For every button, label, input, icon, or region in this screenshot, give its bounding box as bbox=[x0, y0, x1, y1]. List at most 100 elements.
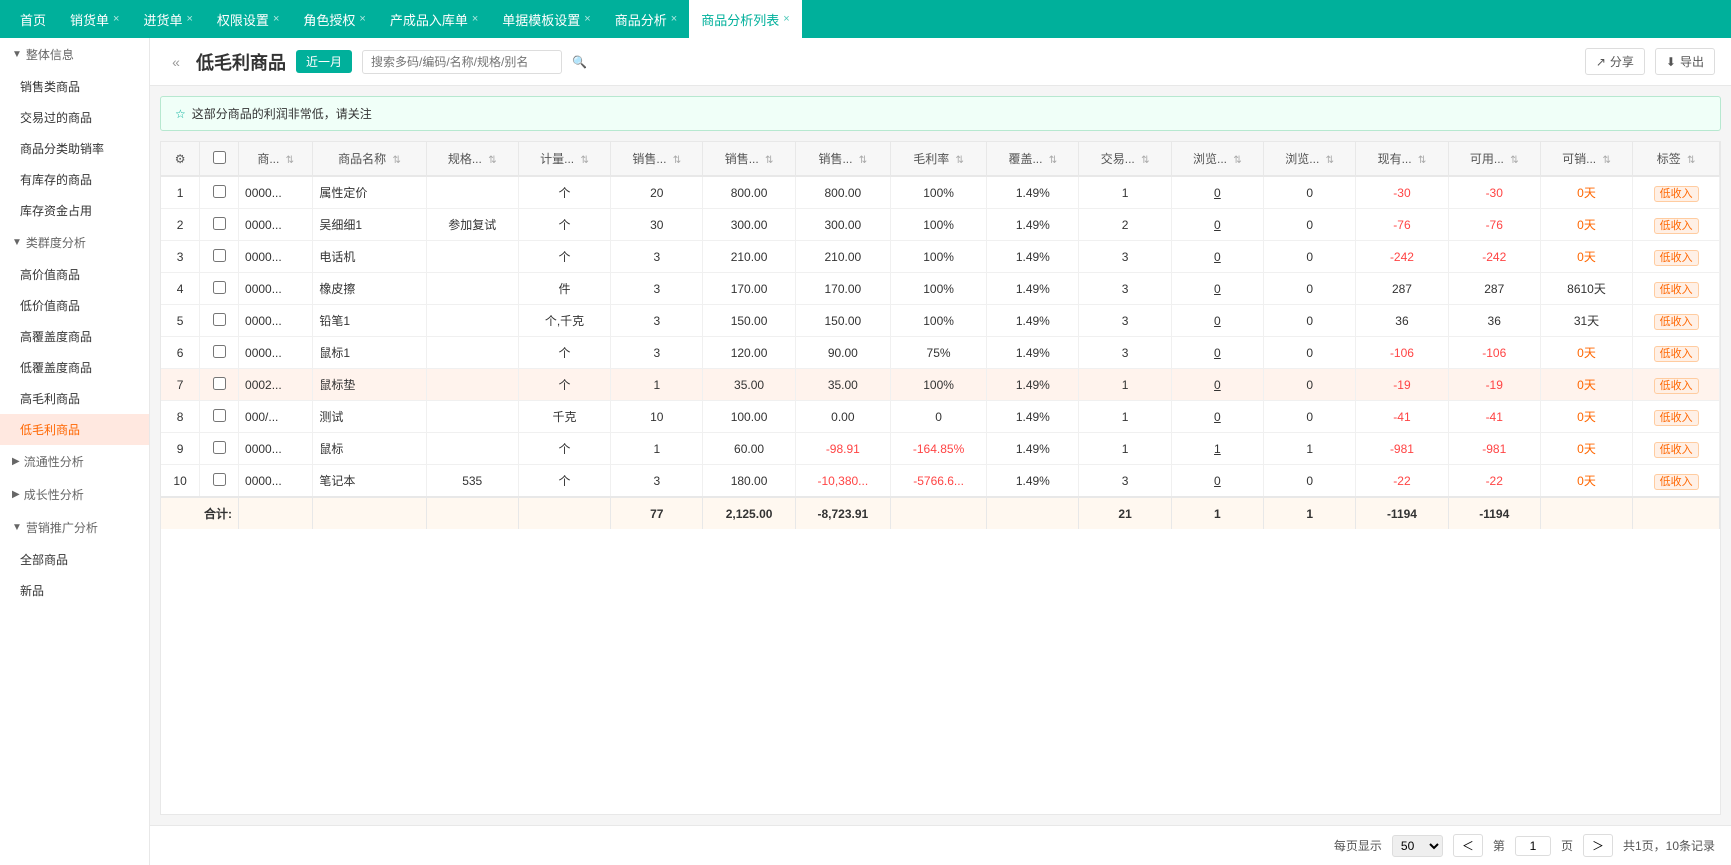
row-select-checkbox[interactable] bbox=[213, 345, 226, 358]
sidebar-item-low-coverage[interactable]: 低覆盖度商品 bbox=[0, 352, 149, 383]
sidebar-group-liquidity[interactable]: ▶ 流通性分析 bbox=[0, 445, 149, 478]
col-coverage[interactable]: 覆盖... ⇅ bbox=[987, 142, 1079, 176]
nav-permissions[interactable]: 权限设置 × bbox=[205, 0, 291, 38]
sidebar-group-cluster[interactable]: ▼ 类群度分析 bbox=[0, 226, 149, 259]
sidebar-item-stocked-goods[interactable]: 有库存的商品 bbox=[0, 164, 149, 195]
select-all-checkbox[interactable] bbox=[213, 151, 226, 164]
col-code[interactable]: 商... ⇅ bbox=[239, 142, 313, 176]
row-name[interactable]: 属性定价 bbox=[313, 176, 426, 209]
row-browse1[interactable]: 0 bbox=[1171, 401, 1263, 433]
browse-link[interactable]: 0 bbox=[1214, 218, 1221, 232]
sidebar-item-new-goods[interactable]: 新品 bbox=[0, 575, 149, 606]
browse-link[interactable]: 0 bbox=[1214, 410, 1221, 424]
browse-link[interactable]: 1 bbox=[1214, 442, 1221, 456]
col-sales-profit[interactable]: 销售... ⇅ bbox=[795, 142, 890, 176]
nav-sales-order[interactable]: 销货单 × bbox=[58, 0, 131, 38]
row-select-checkbox[interactable] bbox=[213, 409, 226, 422]
col-available-stock[interactable]: 可用... ⇅ bbox=[1448, 142, 1540, 176]
sidebar-item-sales-goods[interactable]: 销售类商品 bbox=[0, 71, 149, 102]
sidebar-item-capital-usage[interactable]: 库存资金占用 bbox=[0, 195, 149, 226]
sidebar-group-overall[interactable]: ▼ 整体信息 bbox=[0, 38, 149, 71]
row-name[interactable]: 电话机 bbox=[313, 241, 426, 273]
nav-product-analysis[interactable]: 商品分析 × bbox=[603, 0, 689, 38]
row-browse1[interactable]: 0 bbox=[1171, 337, 1263, 369]
row-name[interactable]: 橡皮擦 bbox=[313, 273, 426, 305]
page-size-select[interactable]: 50 20 100 bbox=[1392, 835, 1443, 857]
col-trade[interactable]: 交易... ⇅ bbox=[1079, 142, 1171, 176]
browse-link[interactable]: 0 bbox=[1214, 314, 1221, 328]
close-icon[interactable]: × bbox=[273, 13, 279, 25]
col-browse2[interactable]: 浏览... ⇅ bbox=[1264, 142, 1356, 176]
row-checkbox[interactable] bbox=[200, 369, 239, 401]
search-icon[interactable]: 🔍 bbox=[572, 55, 587, 69]
close-icon[interactable]: × bbox=[783, 13, 789, 25]
row-select-checkbox[interactable] bbox=[213, 281, 226, 294]
col-unit[interactable]: 计量... ⇅ bbox=[518, 142, 610, 176]
sidebar-item-low-value[interactable]: 低价值商品 bbox=[0, 290, 149, 321]
collapse-sidebar-button[interactable]: « bbox=[166, 52, 186, 72]
sidebar-item-high-value[interactable]: 高价值商品 bbox=[0, 259, 149, 290]
close-icon[interactable]: × bbox=[671, 13, 677, 25]
sidebar-item-category-rate[interactable]: 商品分类助销率 bbox=[0, 133, 149, 164]
nav-finished-goods[interactable]: 产成品入库单 × bbox=[378, 0, 490, 38]
row-checkbox[interactable] bbox=[200, 209, 239, 241]
close-icon[interactable]: × bbox=[359, 13, 365, 25]
col-sales-qty[interactable]: 销售... ⇅ bbox=[611, 142, 703, 176]
close-icon[interactable]: × bbox=[584, 13, 590, 25]
row-select-checkbox[interactable] bbox=[213, 441, 226, 454]
row-name[interactable]: 鼠标垫 bbox=[313, 369, 426, 401]
row-name[interactable]: 鼠标 bbox=[313, 433, 426, 465]
col-tag[interactable]: 标签 ⇅ bbox=[1633, 142, 1720, 176]
browse-link[interactable]: 0 bbox=[1214, 186, 1221, 200]
browse-link[interactable]: 0 bbox=[1214, 378, 1221, 392]
col-current-stock[interactable]: 现有... ⇅ bbox=[1356, 142, 1448, 176]
browse-link[interactable]: 0 bbox=[1214, 282, 1221, 296]
row-name[interactable]: 鼠标1 bbox=[313, 337, 426, 369]
close-icon[interactable]: × bbox=[186, 13, 192, 25]
row-browse1[interactable]: 0 bbox=[1171, 369, 1263, 401]
row-browse1[interactable]: 0 bbox=[1171, 241, 1263, 273]
col-browse1[interactable]: 浏览... ⇅ bbox=[1171, 142, 1263, 176]
row-checkbox[interactable] bbox=[200, 433, 239, 465]
next-page-button[interactable]: ＞ bbox=[1583, 834, 1613, 857]
search-input[interactable] bbox=[362, 50, 562, 74]
row-select-checkbox[interactable] bbox=[213, 377, 226, 390]
row-browse1[interactable]: 0 bbox=[1171, 176, 1263, 209]
sidebar-group-growth[interactable]: ▶ 成长性分析 bbox=[0, 478, 149, 511]
col-settings[interactable]: ⚙ bbox=[161, 142, 200, 176]
row-checkbox[interactable] bbox=[200, 241, 239, 273]
nav-purchase-order[interactable]: 进货单 × bbox=[131, 0, 204, 38]
browse-link[interactable]: 0 bbox=[1214, 474, 1221, 488]
row-name[interactable]: 笔记本 bbox=[313, 465, 426, 498]
browse-link[interactable]: 0 bbox=[1214, 346, 1221, 360]
row-select-checkbox[interactable] bbox=[213, 473, 226, 486]
col-name[interactable]: 商品名称 ⇅ bbox=[313, 142, 426, 176]
row-browse1[interactable]: 0 bbox=[1171, 273, 1263, 305]
row-name[interactable]: 吴细细1 bbox=[313, 209, 426, 241]
export-button[interactable]: ⬇ 导出 bbox=[1655, 48, 1715, 75]
close-icon[interactable]: × bbox=[472, 13, 478, 25]
browse-link[interactable]: 0 bbox=[1214, 250, 1221, 264]
row-checkbox[interactable] bbox=[200, 176, 239, 209]
col-gross-margin[interactable]: 毛利率 ⇅ bbox=[890, 142, 986, 176]
share-button[interactable]: ↗ 分享 bbox=[1585, 48, 1645, 75]
sidebar-item-high-coverage[interactable]: 高覆盖度商品 bbox=[0, 321, 149, 352]
row-name[interactable]: 铅笔1 bbox=[313, 305, 426, 337]
close-icon[interactable]: × bbox=[113, 13, 119, 25]
prev-page-button[interactable]: ＜ bbox=[1453, 834, 1483, 857]
col-saleable-days[interactable]: 可销... ⇅ bbox=[1540, 142, 1632, 176]
sidebar-item-low-margin[interactable]: 低毛利商品 bbox=[0, 414, 149, 445]
filter-month-button[interactable]: 近一月 bbox=[296, 50, 352, 73]
row-select-checkbox[interactable] bbox=[213, 313, 226, 326]
sidebar-item-high-margin[interactable]: 高毛利商品 bbox=[0, 383, 149, 414]
row-browse1[interactable]: 0 bbox=[1171, 305, 1263, 337]
nav-product-analysis-list[interactable]: 商品分析列表 × bbox=[689, 0, 801, 38]
row-browse1[interactable]: 0 bbox=[1171, 465, 1263, 498]
row-browse1[interactable]: 1 bbox=[1171, 433, 1263, 465]
row-checkbox[interactable] bbox=[200, 273, 239, 305]
nav-home[interactable]: 首页 bbox=[8, 0, 58, 38]
sidebar-item-traded-goods[interactable]: 交易过的商品 bbox=[0, 102, 149, 133]
row-select-checkbox[interactable] bbox=[213, 185, 226, 198]
row-select-checkbox[interactable] bbox=[213, 249, 226, 262]
col-spec[interactable]: 规格... ⇅ bbox=[426, 142, 518, 176]
